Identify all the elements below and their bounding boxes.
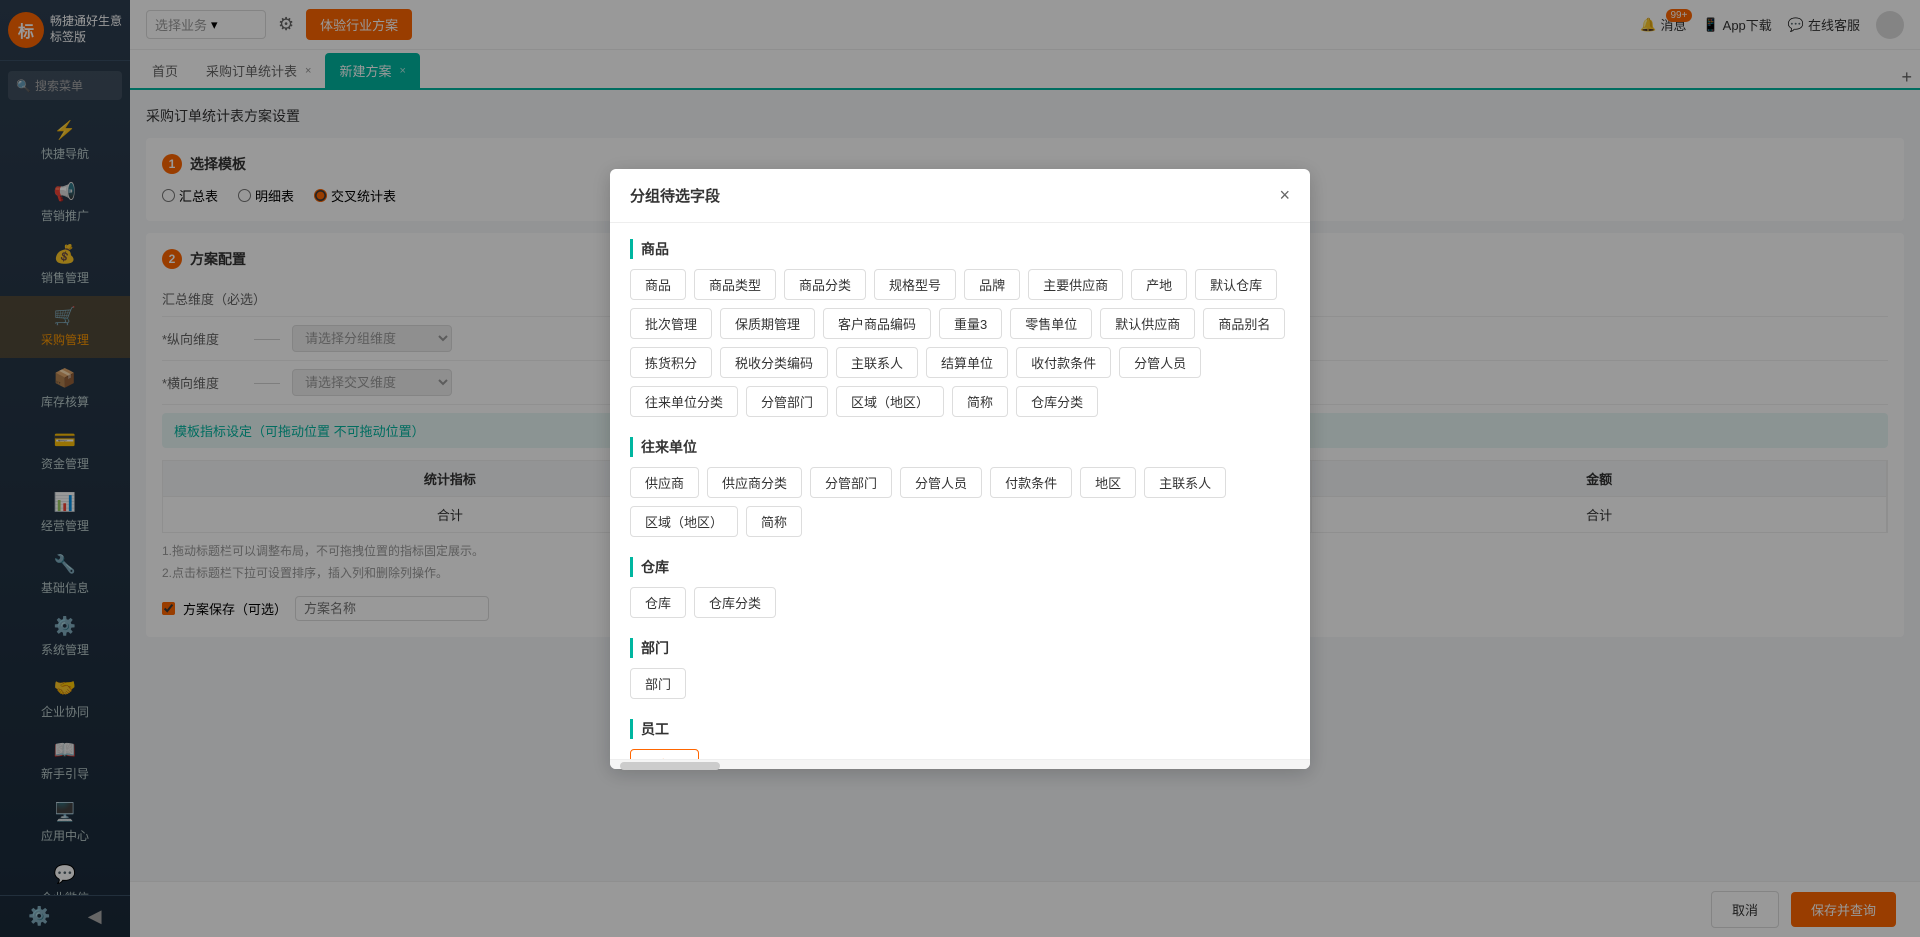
field-tag[interactable]: 往来单位分类: [630, 386, 738, 417]
field-tag[interactable]: 付款条件: [990, 467, 1072, 498]
field-tag[interactable]: 区域（地区）: [630, 506, 738, 537]
field-tag[interactable]: 默认供应商: [1100, 308, 1195, 339]
warehouse-field-tags: 仓库 仓库分类: [630, 587, 1290, 618]
field-tag[interactable]: 简称: [746, 506, 802, 537]
field-tag[interactable]: 供应商分类: [707, 467, 802, 498]
field-section-goods: 商品 商品 商品类型 商品分类 规格型号 品牌 主要供应商 产地 默认仓库 批次…: [630, 239, 1290, 417]
field-tag[interactable]: 拣货积分: [630, 347, 712, 378]
department-field-tags: 部门: [630, 668, 1290, 699]
field-tag[interactable]: 品牌: [964, 269, 1020, 300]
modal-title: 分组待选字段: [630, 185, 720, 206]
field-tag[interactable]: 分管人员: [900, 467, 982, 498]
field-tag[interactable]: 分管部门: [746, 386, 828, 417]
field-tag[interactable]: 仓库分类: [694, 587, 776, 618]
field-tag[interactable]: 商品别名: [1203, 308, 1285, 339]
field-tag[interactable]: 客户商品编码: [823, 308, 931, 339]
field-tag[interactable]: 主要供应商: [1028, 269, 1123, 300]
partner-field-tags: 供应商 供应商分类 分管部门 分管人员 付款条件 地区 主联系人 区域（地区） …: [630, 467, 1290, 537]
field-section-department: 部门 部门: [630, 638, 1290, 699]
field-tag[interactable]: 商品分类: [784, 269, 866, 300]
field-tag[interactable]: 仓库: [630, 587, 686, 618]
field-tag[interactable]: 区域（地区）: [836, 386, 944, 417]
field-tag[interactable]: 仓库分类: [1016, 386, 1098, 417]
warehouse-section-title: 仓库: [630, 557, 1290, 577]
field-section-employee: 员工 业务员: [630, 719, 1290, 759]
modal-dialog: 分组待选字段 × 商品 商品 商品类型 商品分类 规格型号 品牌 主要供应商 产…: [610, 169, 1310, 769]
employee-section-title: 员工: [630, 719, 1290, 739]
field-section-partner: 往来单位 供应商 供应商分类 分管部门 分管人员 付款条件 地区 主联系人 区域…: [630, 437, 1290, 537]
field-tag[interactable]: 收付款条件: [1016, 347, 1111, 378]
field-tag[interactable]: 商品: [630, 269, 686, 300]
field-tag[interactable]: 简称: [952, 386, 1008, 417]
field-tag[interactable]: 分管部门: [810, 467, 892, 498]
field-tag[interactable]: 地区: [1080, 467, 1136, 498]
field-tag[interactable]: 产地: [1131, 269, 1187, 300]
modal-body: 商品 商品 商品类型 商品分类 规格型号 品牌 主要供应商 产地 默认仓库 批次…: [610, 223, 1310, 759]
field-tag[interactable]: 零售单位: [1010, 308, 1092, 339]
field-tag[interactable]: 分管人员: [1119, 347, 1201, 378]
field-tag[interactable]: 默认仓库: [1195, 269, 1277, 300]
field-section-warehouse: 仓库 仓库 仓库分类: [630, 557, 1290, 618]
modal-close-button[interactable]: ×: [1279, 185, 1290, 206]
field-tag[interactable]: 结算单位: [926, 347, 1008, 378]
modal-scroll-thumb: [620, 762, 720, 770]
field-tag[interactable]: 规格型号: [874, 269, 956, 300]
field-tag[interactable]: 商品类型: [694, 269, 776, 300]
field-tag[interactable]: 供应商: [630, 467, 699, 498]
modal-overlay[interactable]: 分组待选字段 × 商品 商品 商品类型 商品分类 规格型号 品牌 主要供应商 产…: [0, 0, 1920, 937]
employee-field-tags: 业务员: [630, 749, 1290, 759]
modal-horizontal-scrollbar[interactable]: [610, 759, 1310, 769]
goods-section-title: 商品: [630, 239, 1290, 259]
field-tag[interactable]: 税收分类编码: [720, 347, 828, 378]
field-tag[interactable]: 保质期管理: [720, 308, 815, 339]
modal-header: 分组待选字段 ×: [610, 169, 1310, 223]
field-tag[interactable]: 批次管理: [630, 308, 712, 339]
field-tag[interactable]: 重量3: [939, 308, 1002, 339]
field-tag[interactable]: 主联系人: [836, 347, 918, 378]
partner-section-title: 往来单位: [630, 437, 1290, 457]
field-tag[interactable]: 部门: [630, 668, 686, 699]
field-tag-employee[interactable]: 业务员: [630, 749, 699, 759]
goods-field-tags: 商品 商品类型 商品分类 规格型号 品牌 主要供应商 产地 默认仓库 批次管理 …: [630, 269, 1290, 417]
field-tag[interactable]: 主联系人: [1144, 467, 1226, 498]
department-section-title: 部门: [630, 638, 1290, 658]
